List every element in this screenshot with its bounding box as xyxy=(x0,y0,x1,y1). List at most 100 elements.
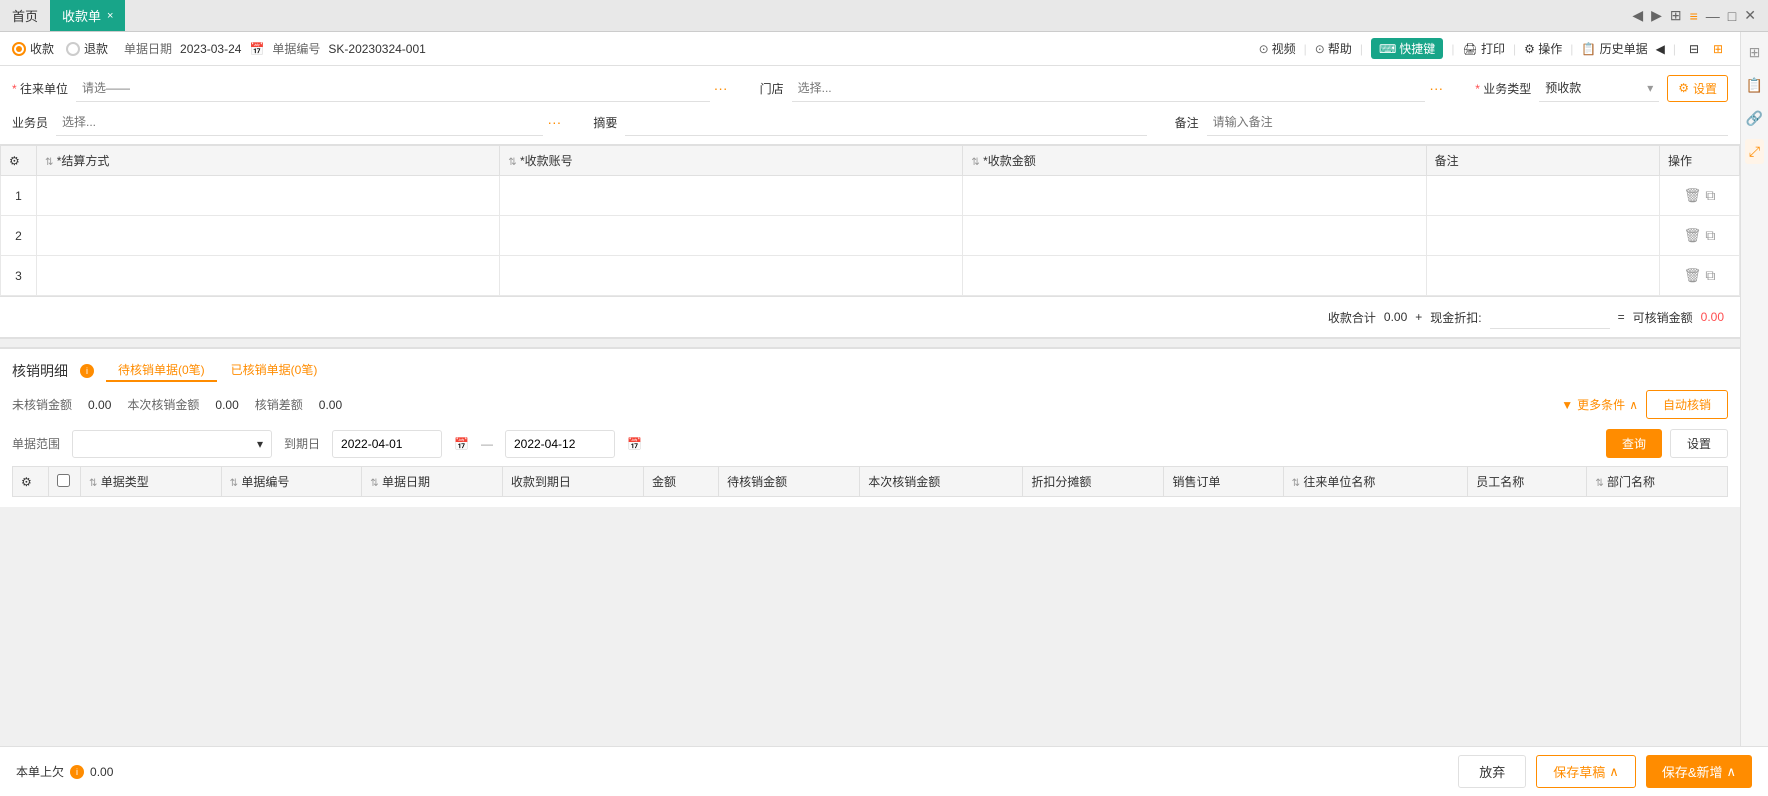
total-label: 收款合计 xyxy=(1328,309,1376,326)
tab-home[interactable]: 首页 xyxy=(0,0,50,31)
table-header-ops: 操作 xyxy=(1660,146,1740,176)
row-1-account[interactable] xyxy=(500,176,963,216)
window-minimize-icon[interactable]: — xyxy=(1706,8,1720,24)
discard-button[interactable]: 放弃 xyxy=(1458,755,1526,788)
save-chevron-up-icon: ∧ xyxy=(1726,764,1736,780)
receipt-type-group: 收款 退款 xyxy=(12,40,108,57)
list-view-icon[interactable]: ≡ xyxy=(1690,8,1698,24)
discount-input[interactable] xyxy=(1490,305,1610,329)
summary-input[interactable] xyxy=(625,108,1146,136)
recon-header-checkbox[interactable] xyxy=(49,467,81,497)
video-action[interactable]: ⊙ 视频 xyxy=(1259,40,1296,57)
recon-tab-pending[interactable]: 待核销单据(0笔) xyxy=(106,359,217,382)
row-3-delete-icon[interactable]: 🗑 xyxy=(1684,267,1702,284)
row-3-settlement[interactable] xyxy=(37,256,500,296)
row-3-copy-icon[interactable]: ⧉ xyxy=(1705,267,1715,284)
row-3-amount[interactable] xyxy=(963,256,1426,296)
store-more-icon[interactable]: ··· xyxy=(1425,80,1447,96)
doc-date-calendar-icon[interactable]: 📅 xyxy=(249,42,264,56)
tab-close-icon[interactable]: × xyxy=(107,10,113,22)
business-type-label: * 业务类型 xyxy=(1475,80,1531,97)
row-1-settlement[interactable] xyxy=(37,176,500,216)
setting-button[interactable]: ⚙ 设置 xyxy=(1667,75,1728,102)
date-from-input[interactable] xyxy=(332,430,442,458)
recon-setting-button[interactable]: 设置 xyxy=(1670,429,1728,458)
remark-input[interactable] xyxy=(1207,108,1728,136)
recon-header-discount: 折扣分摊额 xyxy=(1023,467,1164,497)
nav-next-icon[interactable]: ▶ xyxy=(1651,7,1662,24)
counterpart-more-icon[interactable]: ··· xyxy=(710,80,732,96)
range-select[interactable]: ▾ xyxy=(72,430,272,458)
help-action[interactable]: ⊙ 帮助 xyxy=(1315,40,1352,57)
row-3-remark[interactable] xyxy=(1426,256,1659,296)
recon-header-settings[interactable]: ⚙ xyxy=(13,467,49,497)
layout-list-icon[interactable]: ⊞ xyxy=(1708,39,1728,59)
stat-this-value: 0.00 xyxy=(215,398,238,412)
row-1-copy-icon[interactable]: ⧉ xyxy=(1705,187,1715,204)
recon-header-doc-type: ⇅ 单据类型 xyxy=(81,467,222,497)
operation-action[interactable]: ⚙ 操作 xyxy=(1524,40,1562,57)
table-header-settings[interactable]: ⚙ xyxy=(1,146,37,176)
query-button[interactable]: 查询 xyxy=(1606,429,1662,458)
window-controls: ◀ ▶ ⊞ ≡ — □ ✕ xyxy=(1632,7,1768,24)
date-from-calendar-icon[interactable]: 📅 xyxy=(454,437,469,451)
business-type-chevron-icon: ▾ xyxy=(1647,81,1653,95)
row-1-amount[interactable] xyxy=(963,176,1426,216)
recon-info-icon[interactable]: i xyxy=(80,364,94,378)
receipt-radio[interactable]: 收款 xyxy=(12,40,54,57)
account-col-label: *收款账号 xyxy=(520,154,573,168)
store-input[interactable] xyxy=(792,74,1426,102)
row-1-remark[interactable] xyxy=(1426,176,1659,216)
more-filters-btn[interactable]: ▼ 更多条件 ∧ xyxy=(1561,396,1638,413)
row-2-delete-icon[interactable]: 🗑 xyxy=(1684,227,1702,244)
shortcut-action[interactable]: ⌨ 快捷键 xyxy=(1371,38,1443,59)
salesman-input[interactable] xyxy=(56,108,543,136)
refund-radio[interactable]: 退款 xyxy=(66,40,108,57)
recon-tab-done[interactable]: 已核销单据(0笔) xyxy=(219,359,330,382)
row-2-settlement[interactable] xyxy=(37,216,500,256)
row-2-ops: 🗑 ⧉ xyxy=(1660,216,1740,256)
recon-header-pending-amount: 待核销金额 xyxy=(719,467,860,497)
toolbar-actions: ⊙ 视频 | ⊙ 帮助 | ⌨ 快捷键 | 🖨 打印 | ⚙ 操作 | 📋 历史… xyxy=(1259,38,1728,59)
sidebar-link-icon[interactable]: 🔗 xyxy=(1742,106,1767,131)
toolbar: 收款 退款 单据日期 2023-03-24 📅 单据编号 SK-20230324… xyxy=(0,32,1740,66)
sidebar-table-icon[interactable]: ⊞ xyxy=(1745,40,1765,65)
save-draft-button[interactable]: 保存草稿 ∧ xyxy=(1536,755,1636,788)
business-type-value: 预收款 xyxy=(1545,79,1639,96)
sidebar-book-icon[interactable]: 📋 xyxy=(1742,73,1767,98)
range-label: 单据范围 xyxy=(12,435,60,452)
auto-recon-button[interactable]: 自动核销 xyxy=(1646,390,1728,419)
window-close-icon[interactable]: ✕ xyxy=(1744,7,1756,24)
row-3-account[interactable] xyxy=(500,256,963,296)
row-1-delete-icon[interactable]: 🗑 xyxy=(1684,187,1702,204)
salesman-field-group: ··· xyxy=(56,108,565,136)
counterpart-input[interactable] xyxy=(76,74,710,102)
net-label: 可核销金额 xyxy=(1633,309,1693,326)
table-body: 1 🗑 ⧉ 2 xyxy=(1,176,1740,296)
remark-label: 备注 xyxy=(1175,114,1199,131)
row-3-num: 3 xyxy=(1,256,37,296)
window-maximize-icon[interactable]: □ xyxy=(1728,8,1736,24)
business-type-select[interactable]: 预收款 ▾ xyxy=(1539,74,1659,102)
row-2-account[interactable] xyxy=(500,216,963,256)
tab-receipt[interactable]: 收款单 × xyxy=(50,0,125,31)
grid-view-icon[interactable]: ⊞ xyxy=(1670,7,1682,24)
row-2-remark[interactable] xyxy=(1426,216,1659,256)
salesman-more-icon[interactable]: ··· xyxy=(543,114,565,130)
recon-select-all-checkbox[interactable] xyxy=(57,474,70,487)
save-new-button[interactable]: 保存&新增 ∧ xyxy=(1646,755,1752,788)
nav-left-icon[interactable]: ◀ xyxy=(1656,42,1665,56)
date-to-calendar-icon[interactable]: 📅 xyxy=(627,437,642,451)
print-action[interactable]: 🖨 打印 xyxy=(1462,40,1505,57)
bill-info-icon[interactable]: i xyxy=(70,765,84,779)
layout-grid-icon[interactable]: ⊟ xyxy=(1684,39,1704,59)
right-sidebar: ⊞ 📋 🔗 ⤢ xyxy=(1740,32,1768,796)
amount-col-label: *收款金额 xyxy=(983,154,1036,168)
date-to-input[interactable] xyxy=(505,430,615,458)
row-2-amount[interactable] xyxy=(963,216,1426,256)
row-2-copy-icon[interactable]: ⧉ xyxy=(1705,227,1715,244)
nav-prev-icon[interactable]: ◀ xyxy=(1632,7,1643,24)
net-value: 0.00 xyxy=(1701,310,1724,324)
sidebar-expand-icon[interactable]: ⤢ xyxy=(1745,139,1764,164)
history-action[interactable]: 📋 历史单据 xyxy=(1581,40,1647,57)
